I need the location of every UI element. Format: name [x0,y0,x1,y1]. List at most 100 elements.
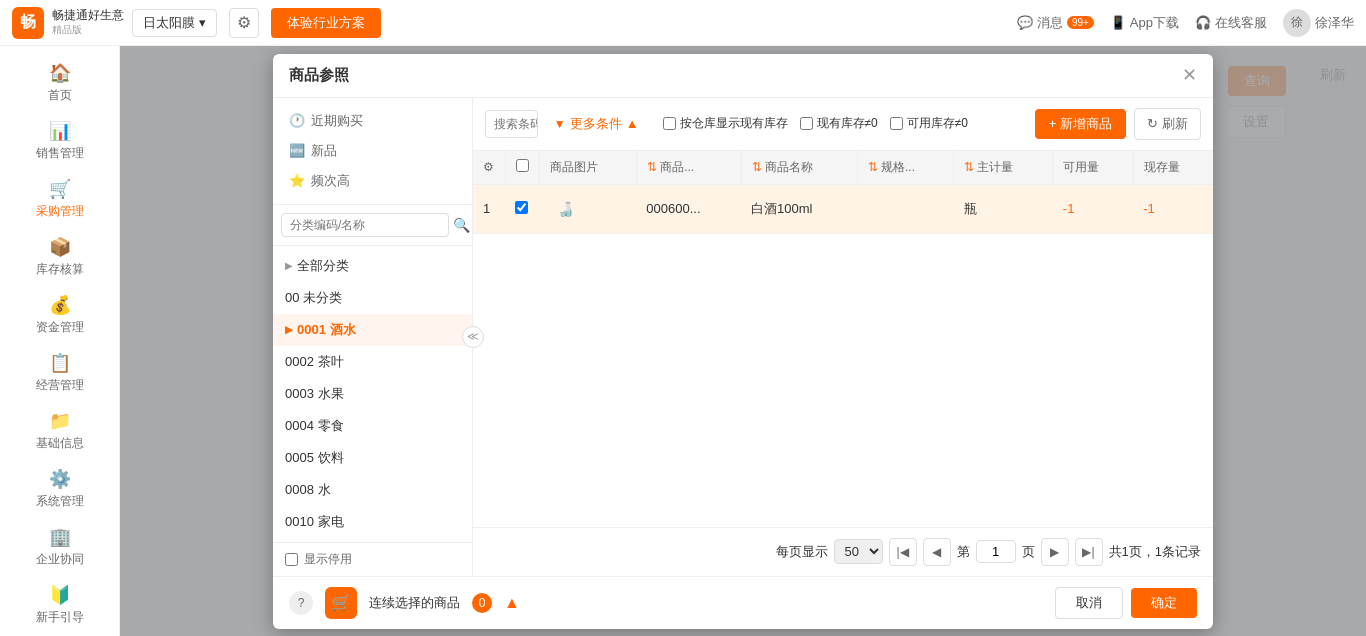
nonzero-available-checkbox[interactable] [890,117,903,130]
confirm-button[interactable]: 确定 [1131,588,1197,618]
col-name[interactable]: ⇅ 商品名称 [741,151,857,185]
help-button[interactable]: ? [289,591,313,615]
sidebar-item-inventory[interactable]: 📦 库存核算 [0,228,119,286]
category-0002[interactable]: 0002 茶叶 [273,346,472,378]
select-all-checkbox[interactable] [516,159,529,172]
sidebar-item-sales[interactable]: 📊 销售管理 [0,112,119,170]
frequent-btn[interactable]: ⭐ 频次高 [281,166,464,196]
col-code[interactable]: ⇅ 商品... [636,151,741,185]
category-search-input[interactable] [281,213,449,237]
sidebar-item-enterprise[interactable]: 🏢 企业协同 [0,518,119,576]
product-search-bar: 🔍 [485,110,538,138]
category-0008[interactable]: 0008 水 [273,474,472,506]
row-unit: 瓶 [954,184,1053,233]
app-download-nav-item[interactable]: 📱 App下载 [1110,14,1179,32]
row-spec [857,184,953,233]
sidebar-item-purchase[interactable]: 🛒 采购管理 [0,170,119,228]
online-service-nav-item[interactable]: 🎧 在线客服 [1195,14,1267,32]
sidebar-item-ops[interactable]: 📋 经营管理 [0,344,119,402]
sort-icon-spec: ⇅ [868,160,878,174]
phone-icon: 📱 [1110,15,1126,30]
settings-button[interactable]: ⚙ [229,8,259,38]
show-disabled-toggle: 显示停用 [273,542,472,576]
active-arrow-icon: ▶ [285,324,293,335]
refresh-icon: ↻ [1147,116,1158,131]
dialog-close-button[interactable]: ✕ [1182,66,1197,84]
trial-button[interactable]: 体验行业方案 [271,8,381,38]
category-0010[interactable]: 0010 家电 [273,506,472,538]
product-search-input[interactable] [486,112,538,136]
sidebar-item-home[interactable]: 🏠 首页 [0,54,119,112]
new-icon: 🆕 [289,143,305,158]
category-0005[interactable]: 0005 饮料 [273,442,472,474]
category-all[interactable]: ▶ 全部分类 [273,250,472,282]
per-page-select[interactable]: 50 [834,539,883,564]
modal-overlay: 商品参照 ✕ 🕐 近期购买 🆕 [120,46,1366,636]
warehouse-stock-checkbox[interactable] [663,117,676,130]
filter-checkboxes: 按仓库显示现有库存 现有库存≠0 可用库存≠0 [663,115,969,132]
user-profile[interactable]: 徐 徐泽华 [1283,9,1354,37]
sidebar-item-basic[interactable]: 📁 基础信息 [0,402,119,460]
category-0003[interactable]: 0003 水果 [273,378,472,410]
main-layout: 🏠 首页 📊 销售管理 🛒 采购管理 📦 库存核算 💰 资金管理 📋 经营管理 … [0,46,1366,636]
show-disabled-checkbox[interactable] [285,553,298,566]
more-filter-button[interactable]: ▼ 更多条件 ▲ [546,110,647,138]
nav-right: 💬 消息 99+ 📱 App下载 🎧 在线客服 徐 徐泽华 [1017,9,1354,37]
category-0001[interactable]: ▶ 0001 酒水 [273,314,472,346]
refresh-button[interactable]: ↻ 刷新 [1134,108,1201,140]
row-checkbox[interactable] [505,184,539,233]
col-img: 商品图片 [539,151,636,185]
category-0004[interactable]: 0004 零食 [273,410,472,442]
first-page-button[interactable]: |◀ [889,538,917,566]
enterprise-icon: 🏢 [49,526,71,548]
chevron-down-icon: ▾ [199,15,206,30]
store-selector[interactable]: 日太阳膜 ▾ [132,9,217,37]
right-panel: 🔍 ▼ 更多条件 ▲ 按仓库显示现有库存 [473,98,1213,576]
headset-icon: 🎧 [1195,15,1211,30]
inventory-icon: 📦 [49,236,71,258]
category-search-icon[interactable]: 🔍 [453,217,470,233]
message-nav-item[interactable]: 💬 消息 99+ [1017,14,1094,32]
col-spec[interactable]: ⇅ 规格... [857,151,953,185]
sales-icon: 📊 [49,120,71,142]
new-product-btn[interactable]: 🆕 新品 [281,136,464,166]
logo: 畅 畅捷通好生意 精品版 [12,7,132,39]
logo-icon: 畅 [12,7,44,39]
sidebar-item-guide[interactable]: 🔰 新手引导 [0,576,119,634]
basic-icon: 📁 [49,410,71,432]
product-table: ⚙ 商品图片 ⇅ 商品... [473,151,1213,234]
category-0000[interactable]: 00 未分类 [273,282,472,314]
nonzero-stock-filter[interactable]: 现有库存≠0 [800,115,878,132]
row-code: 000600... [636,184,741,233]
category-list: ▶ 全部分类 00 未分类 ▶ 0001 酒水 0002 茶 [273,246,472,542]
last-page-button[interactable]: ▶| [1075,538,1103,566]
cart-icon[interactable]: 🛒 [325,587,357,619]
collapse-panel-button[interactable]: ≪ [462,326,484,348]
next-page-button[interactable]: ▶ [1041,538,1069,566]
nonzero-stock-checkbox[interactable] [800,117,813,130]
category-search-box: 🔍 [273,205,472,246]
star-icon: ⭐ [289,173,305,188]
sort-icon: ⇅ [647,160,657,174]
top-nav: 畅 畅捷通好生意 精品版 日太阳膜 ▾ ⚙ 体验行业方案 💬 消息 99+ 📱 … [0,0,1366,46]
recent-icon: 🕐 [289,113,305,128]
col-settings[interactable]: ⚙ [473,151,505,185]
recent-purchase-btn[interactable]: 🕐 近期购买 [281,106,464,136]
cancel-button[interactable]: 取消 [1055,587,1123,619]
add-product-button[interactable]: + 新增商品 [1035,109,1126,139]
chevron-up-icon: ▲ [626,116,639,131]
dialog-body: 🕐 近期购买 🆕 新品 ⭐ 频次高 [273,98,1213,576]
table-row[interactable]: 1 🍶 000600... 白酒100ml 瓶 -1 -1 [473,184,1213,233]
ops-icon: 📋 [49,352,71,374]
warehouse-stock-filter[interactable]: 按仓库显示现有库存 [663,115,788,132]
page-number-input[interactable] [976,540,1016,563]
nav-actions: ⚙ 体验行业方案 [229,8,381,38]
col-stock: 现存量 [1133,151,1213,185]
col-unit[interactable]: ⇅ 主计量 [954,151,1053,185]
nonzero-available-filter[interactable]: 可用库存≠0 [890,115,968,132]
sidebar-item-system[interactable]: ⚙️ 系统管理 [0,460,119,518]
prev-page-button[interactable]: ◀ [923,538,951,566]
purchase-icon: 🛒 [49,178,71,200]
collapse-icon[interactable]: ▲ [504,594,520,612]
sidebar-item-finance[interactable]: 💰 资金管理 [0,286,119,344]
